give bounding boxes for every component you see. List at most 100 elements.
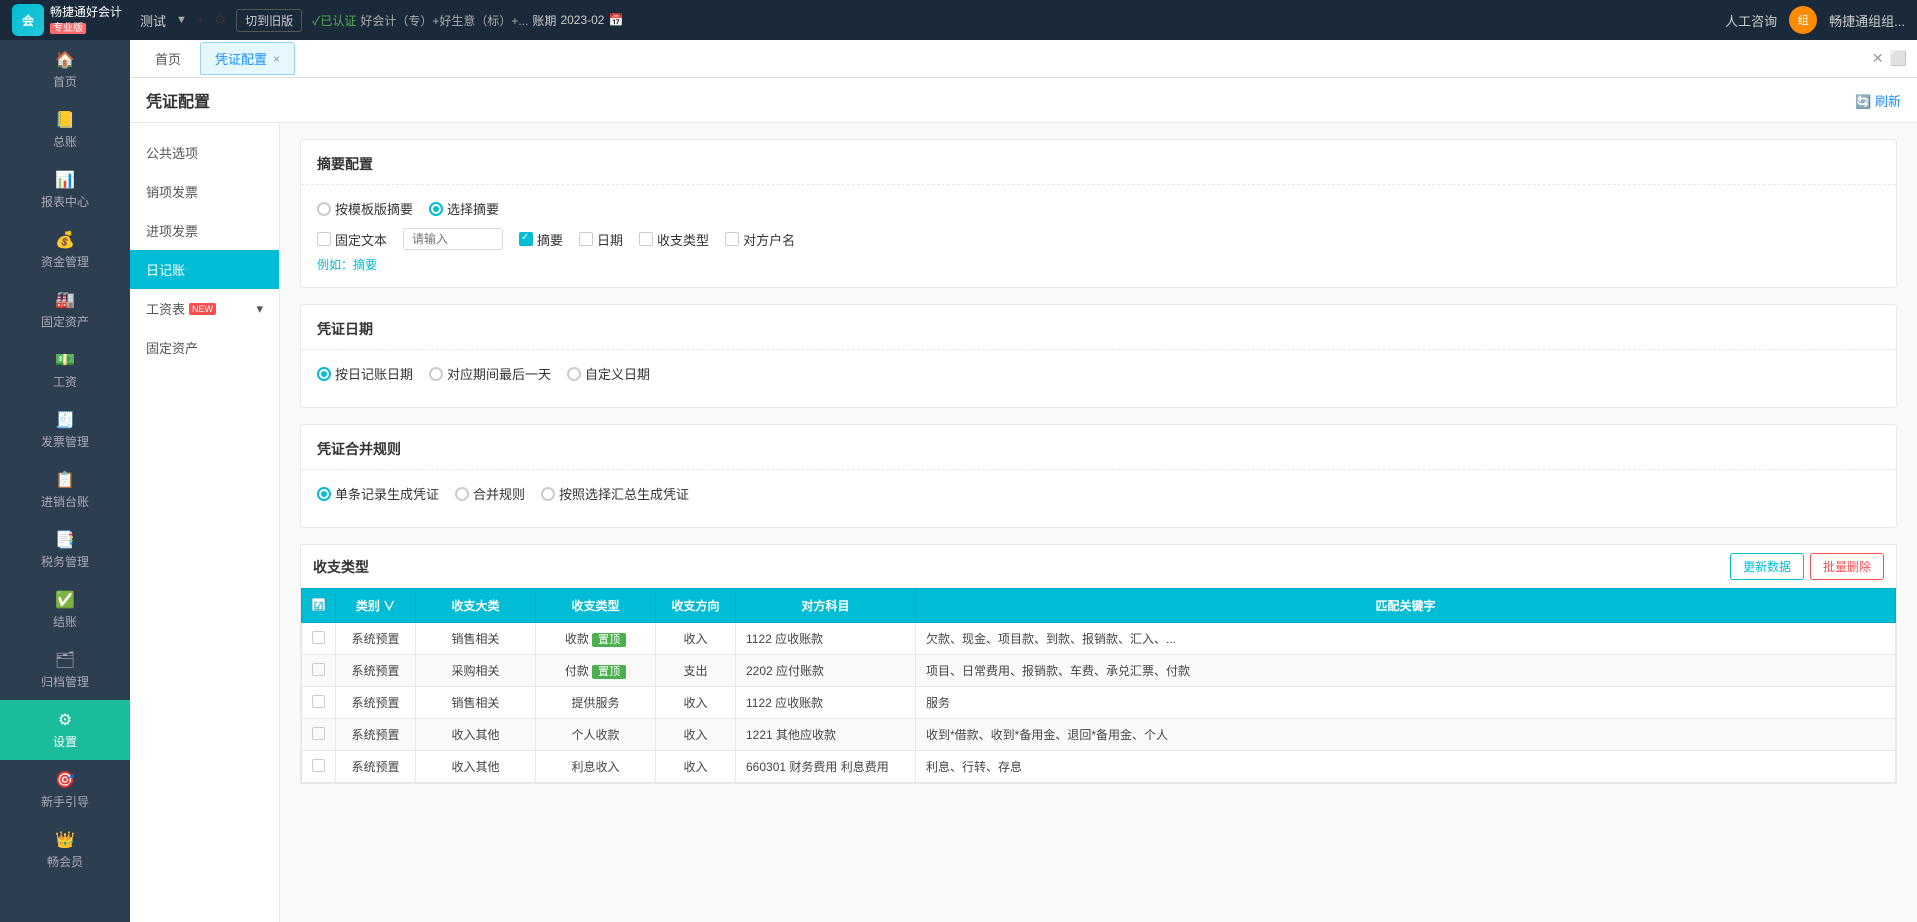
sidebar-item-label: 发票管理 <box>41 433 89 450</box>
batch-delete-button[interactable]: 批量删除 <box>1810 553 1884 580</box>
left-nav-fixed-assets[interactable]: 固定资产 <box>130 328 279 367</box>
radio-label-single: 单条记录生成凭证 <box>335 484 439 503</box>
radio-template-summary[interactable]: 按模板版摘要 <box>317 199 413 218</box>
ledger-icon: 📒 <box>55 110 75 130</box>
sidebar-item-member[interactable]: 👑 畅会员 <box>0 820 130 880</box>
left-nav: 公共选项 销项发票 进项发票 日记账 工资表 NEW ▾ 固定资产 <box>130 123 280 922</box>
checkbox-date[interactable]: 日期 <box>579 230 623 249</box>
radio-circle-period <box>429 367 443 381</box>
row-direction: 收入 <box>656 719 736 751</box>
th-checkbox[interactable]: ☑ <box>302 589 336 623</box>
switch-version-button[interactable]: 切到旧版 <box>236 9 302 32</box>
sidebar-item-guide[interactable]: 🎯 新手引导 <box>0 760 130 820</box>
row-category: 系统预置 <box>336 623 416 655</box>
window-maximize-icon[interactable]: ⬜ <box>1890 50 1907 67</box>
calendar-icon[interactable]: 📅 <box>608 13 623 27</box>
radio-select-summary[interactable]: 选择摘要 <box>429 199 499 218</box>
fixed-assets-icon: 🏭 <box>55 290 75 310</box>
radio-label-journal: 按日记账日期 <box>335 364 413 383</box>
checkbox-counterpart-label: 对方户名 <box>743 230 795 249</box>
sidebar-item-wages[interactable]: 💵 工资 <box>0 340 130 400</box>
page-header: 凭证配置 🔄 刷新 <box>130 78 1917 123</box>
radio-circle-template <box>317 202 331 216</box>
sidebar-item-close[interactable]: ✅ 结账 <box>0 580 130 640</box>
new-badge: NEW <box>189 303 216 315</box>
radio-label-select: 选择摘要 <box>447 199 499 218</box>
sidebar-item-inout[interactable]: 📋 进销台账 <box>0 460 130 520</box>
row-checkbox[interactable] <box>302 655 336 687</box>
left-nav-label: 日记账 <box>146 260 185 279</box>
add-icon[interactable]: + <box>197 13 205 28</box>
row-checkbox[interactable] <box>302 687 336 719</box>
reset-top-button[interactable]: 置顶 <box>592 665 626 679</box>
row-big-category: 销售相关 <box>416 687 536 719</box>
radio-journal-date[interactable]: 按日记账日期 <box>317 364 413 383</box>
left-nav-sales-invoice[interactable]: 销项发票 <box>130 172 279 211</box>
radio-circle-merge <box>455 487 469 501</box>
sidebar-item-tax[interactable]: 📑 税务管理 <box>0 520 130 580</box>
avatar[interactable]: 组 <box>1789 6 1817 34</box>
tab-home[interactable]: 首页 <box>140 42 196 75</box>
th-direction: 收支方向 <box>656 589 736 623</box>
sidebar-item-home[interactable]: 🏠 首页 <box>0 40 130 100</box>
home-icon: 🏠 <box>55 50 75 70</box>
company-dropdown[interactable]: ▼ <box>176 14 187 26</box>
funds-icon: 💰 <box>55 230 75 250</box>
row-account: 1122 应收账款 <box>736 623 916 655</box>
row-checkbox[interactable] <box>302 719 336 751</box>
update-data-button[interactable]: 更新数据 <box>1730 553 1804 580</box>
row-check-box[interactable] <box>312 695 325 708</box>
left-nav-journal[interactable]: 日记账 <box>130 250 279 289</box>
radio-period-last[interactable]: 对应期间最后一天 <box>429 364 551 383</box>
sidebar-item-label: 设置 <box>53 733 77 750</box>
radio-aggregate[interactable]: 按照选择汇总生成凭证 <box>541 484 689 503</box>
row-keywords: 项目、日常费用、报销款、车费、承兑汇票、付款 <box>916 655 1896 687</box>
inner-layout: 公共选项 销项发票 进项发票 日记账 工资表 NEW ▾ 固定资产 <box>130 123 1917 922</box>
sidebar-item-label: 报表中心 <box>41 193 89 210</box>
row-check-box[interactable] <box>312 727 325 740</box>
company-name: 测试 <box>140 11 166 30</box>
left-nav-payroll[interactable]: 工资表 NEW ▾ <box>130 289 279 328</box>
radio-merge-rule[interactable]: 合并规则 <box>455 484 525 503</box>
checkbox-fixed-text[interactable]: 固定文本 <box>317 230 387 249</box>
checkbox-summary[interactable]: 摘要 <box>519 230 563 249</box>
radio-circle-custom <box>567 367 581 381</box>
radio-custom-date[interactable]: 自定义日期 <box>567 364 650 383</box>
checkbox-income-type[interactable]: 收支类型 <box>639 230 709 249</box>
select-all-checkbox[interactable]: ☑ <box>312 598 325 611</box>
close-books-icon: ✅ <box>55 590 75 610</box>
sidebar-item-settings[interactable]: ⚙ 设置 <box>0 700 130 760</box>
left-nav-public[interactable]: 公共选项 <box>130 133 279 172</box>
tab-close-icon[interactable]: × <box>273 52 280 66</box>
wages-icon: 💵 <box>55 350 75 370</box>
row-big-category: 收入其他 <box>416 719 536 751</box>
row-check-box[interactable] <box>312 663 325 676</box>
left-nav-purchase-invoice[interactable]: 进项发票 <box>130 211 279 250</box>
sidebar-item-ledger[interactable]: 📒 总账 <box>0 100 130 160</box>
radio-circle-select <box>429 202 443 216</box>
date-section-title: 凭证日期 <box>301 305 1896 350</box>
row-checkbox[interactable] <box>302 751 336 783</box>
sidebar-item-reports[interactable]: 📊 报表中心 <box>0 160 130 220</box>
sidebar-item-label: 进销台账 <box>41 493 89 510</box>
sidebar-item-funds[interactable]: 💰 资金管理 <box>0 220 130 280</box>
row-big-category: 销售相关 <box>416 623 536 655</box>
sidebar-item-archive[interactable]: 🗂 归档管理 <box>0 640 130 700</box>
fixed-text-input[interactable] <box>403 228 503 250</box>
window-close-icon[interactable]: ✕ <box>1872 50 1884 67</box>
row-check-box[interactable] <box>312 759 325 772</box>
sidebar: 🏠 首页 📒 总账 📊 报表中心 💰 资金管理 🏭 固定资产 💵 工资 🧾 发票… <box>0 40 130 922</box>
settings-icon[interactable]: ⚙ <box>215 12 227 28</box>
row-checkbox[interactable] <box>302 623 336 655</box>
logo-icon: 会 <box>12 4 44 36</box>
sidebar-item-fixed-assets[interactable]: 🏭 固定资产 <box>0 280 130 340</box>
refresh-button[interactable]: 🔄 刷新 <box>1855 91 1901 110</box>
radio-single-record[interactable]: 单条记录生成凭证 <box>317 484 439 503</box>
tab-voucher-config[interactable]: 凭证配置 × <box>200 42 295 75</box>
tab-bar: 首页 凭证配置 × ✕ ⬜ <box>130 40 1917 78</box>
reset-top-button[interactable]: 置顶 <box>592 633 626 647</box>
row-check-box[interactable] <box>312 631 325 644</box>
help-button[interactable]: 人工咨询 <box>1725 11 1777 30</box>
sidebar-item-invoice[interactable]: 🧾 发票管理 <box>0 400 130 460</box>
checkbox-counterpart[interactable]: 对方户名 <box>725 230 795 249</box>
